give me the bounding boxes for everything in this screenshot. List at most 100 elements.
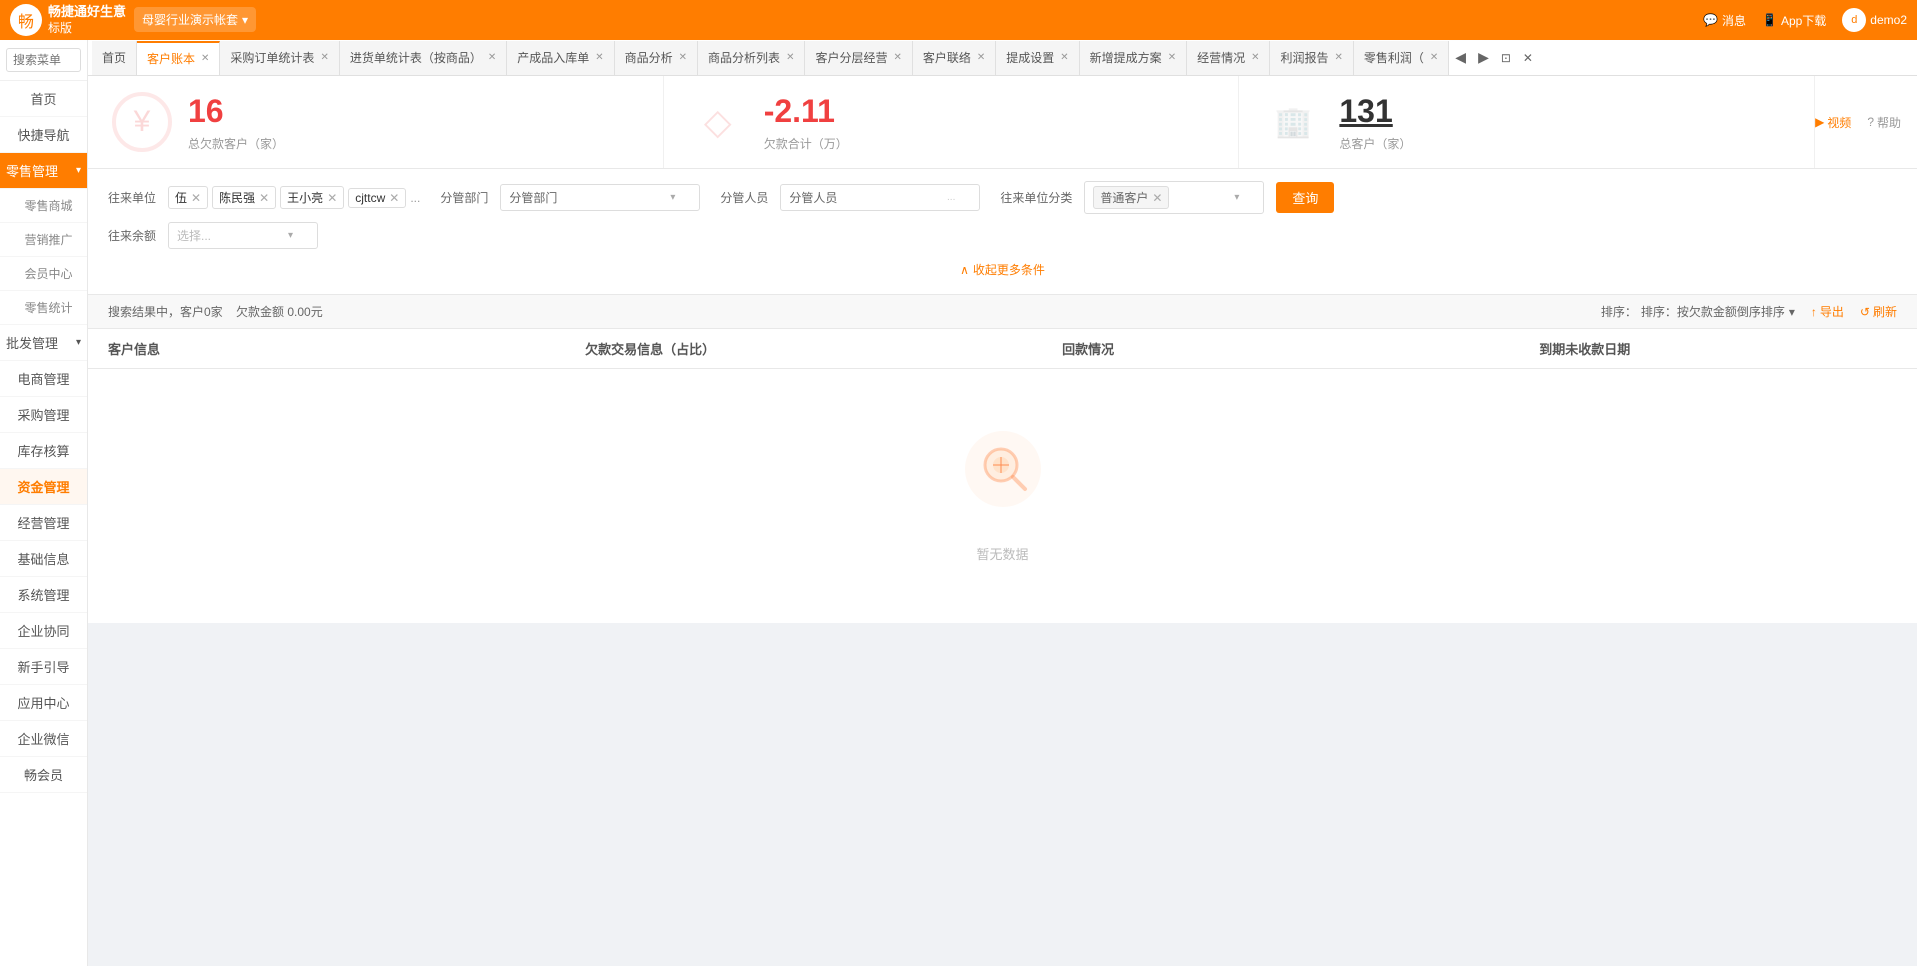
sort-select[interactable]: 排序： 排序：按欠款金额倒序排序 ▾ bbox=[1601, 303, 1795, 320]
chevron-down-icon-dept: ▾ bbox=[670, 192, 675, 203]
tab-customer-contact[interactable]: 客户联络 ✕ bbox=[913, 41, 996, 75]
video-button[interactable]: ▶ 视频 bbox=[1815, 114, 1851, 131]
tag-unit-wu: 伍 ✕ bbox=[168, 186, 208, 209]
tag-unit-chen: 陈民强 ✕ bbox=[212, 186, 276, 209]
export-icon: ↑ bbox=[1811, 305, 1817, 319]
query-button[interactable]: 查询 bbox=[1276, 182, 1334, 213]
chevron-down-icon-balance: ▾ bbox=[288, 230, 293, 241]
filter-person-select[interactable]: 分管人员 ... bbox=[780, 184, 980, 211]
chevron-icon-wholesale: ▾ bbox=[76, 337, 81, 348]
sidebar-item-wholesale-mgmt[interactable]: 批发管理 ▾ bbox=[0, 325, 87, 361]
collapse-button[interactable]: ∧ 收起更多条件 bbox=[952, 257, 1053, 282]
sidebar-item-retail-mgmt[interactable]: 零售管理 ▾ bbox=[0, 153, 87, 189]
top-bar: 畅 畅捷通好生意 标版 母婴行业演示帐套 ▾ 💬 消息 📱 App下载 d bbox=[0, 0, 1917, 40]
tab-retail-profit[interactable]: 零售利润（ ✕ bbox=[1354, 41, 1449, 75]
tab-close-purchase-stat[interactable]: ✕ bbox=[488, 52, 496, 63]
sidebar-item-finance[interactable]: 资金管理 bbox=[0, 469, 87, 505]
stat-info-debt-amount: -2.11 欠款合计（万） bbox=[764, 92, 848, 151]
sidebar-item-home[interactable]: 首页 bbox=[0, 81, 87, 117]
tab-close-purchase-order[interactable]: ✕ bbox=[320, 52, 328, 63]
logo-area[interactable]: 畅 畅捷通好生意 标版 bbox=[10, 4, 126, 36]
help-button[interactable]: ? 帮助 bbox=[1867, 114, 1901, 131]
stat-label-debt-amount: 欠款合计（万） bbox=[764, 135, 848, 152]
filter-label-category: 往来单位分类 bbox=[1000, 189, 1072, 206]
tab-customer-tier[interactable]: 客户分层经营 ✕ bbox=[805, 41, 912, 75]
tab-scroll-right[interactable]: ▶ bbox=[1472, 49, 1495, 66]
tab-home[interactable]: 首页 bbox=[92, 41, 137, 75]
org-selector[interactable]: 母婴行业演示帐套 ▾ bbox=[134, 7, 256, 32]
filter-category-select[interactable]: 普通客户 ✕ ▾ bbox=[1084, 181, 1264, 214]
sidebar-item-sys-mgmt[interactable]: 系统管理 bbox=[0, 577, 87, 613]
tag-category-normal: 普通客户 ✕ bbox=[1093, 186, 1169, 209]
logo-text: 畅捷通好生意 标版 bbox=[48, 4, 126, 36]
sidebar-item-vip-member[interactable]: 畅会员 bbox=[0, 757, 87, 793]
tab-customer-capital[interactable]: 客户账本 ✕ bbox=[137, 41, 220, 75]
tab-close-product-cost[interactable]: ✕ bbox=[595, 52, 603, 63]
tab-close-all[interactable]: ✕ bbox=[1517, 51, 1539, 65]
data-table: 客户信息 欠款交易信息（占比） 回款情况 到期未收款日期 bbox=[88, 329, 1917, 623]
tab-product-cost[interactable]: 产成品入库单 ✕ bbox=[507, 41, 614, 75]
tab-close-customer-capital[interactable]: ✕ bbox=[201, 53, 209, 64]
tab-close-customer-tier[interactable]: ✕ bbox=[893, 52, 901, 63]
filter-person-more: ... bbox=[947, 192, 955, 203]
tab-product-analysis[interactable]: 商品分析 ✕ bbox=[615, 41, 698, 75]
tag-unit-cjttcw: cjttcw ✕ bbox=[348, 188, 406, 208]
tab-purchase-order-stat[interactable]: 采购订单统计表 ✕ bbox=[220, 41, 339, 75]
filter-dept-select[interactable]: 分管部门 ▾ bbox=[500, 184, 700, 211]
tab-new-suggest[interactable]: 新增提成方案 ✕ bbox=[1080, 41, 1187, 75]
sidebar-item-new-guide[interactable]: 新手引导 bbox=[0, 649, 87, 685]
tag-close-normal-customer[interactable]: ✕ bbox=[1152, 191, 1162, 205]
result-bar: 搜索结果中，客户0家 欠款金额 0.00元 排序： 排序：按欠款金额倒序排序 ▾… bbox=[88, 295, 1917, 329]
tag-close-wu[interactable]: ✕ bbox=[191, 191, 201, 205]
stat-icon-yuan: ¥ bbox=[112, 92, 172, 152]
tab-close-suggest-setting[interactable]: ✕ bbox=[1060, 52, 1068, 63]
empty-text: 暂无数据 bbox=[976, 544, 1028, 563]
tab-close-profit-report[interactable]: ✕ bbox=[1335, 52, 1343, 63]
filter-more-units[interactable]: ... bbox=[410, 191, 420, 205]
sidebar-item-wechat-work[interactable]: 企业微信 bbox=[0, 721, 87, 757]
stat-total-customers: 🏢 131 总客户（家） bbox=[1239, 76, 1815, 168]
stat-value-total-customers: 131 bbox=[1339, 92, 1411, 130]
sidebar-item-basic-info[interactable]: 基础信息 bbox=[0, 541, 87, 577]
avatar: d bbox=[1842, 8, 1866, 32]
tab-product-analysis-list[interactable]: 商品分析列表 ✕ bbox=[698, 41, 805, 75]
sidebar-item-member-center[interactable]: 会员中心 bbox=[0, 257, 87, 291]
tab-close-product-analysis[interactable]: ✕ bbox=[679, 52, 687, 63]
sidebar-item-retail-stat[interactable]: 零售统计 bbox=[0, 291, 87, 325]
tag-close-wang[interactable]: ✕ bbox=[327, 191, 337, 205]
sidebar-item-quick-nav[interactable]: 快捷导航 bbox=[0, 117, 87, 153]
search-input[interactable] bbox=[6, 48, 81, 72]
tag-close-cjttcw[interactable]: ✕ bbox=[389, 191, 399, 205]
sidebar-item-inventory[interactable]: 库存核算 bbox=[0, 433, 87, 469]
sidebar-item-ecommerce[interactable]: 电商管理 bbox=[0, 361, 87, 397]
tab-close-product-analysis-list[interactable]: ✕ bbox=[786, 52, 794, 63]
tab-profit-report[interactable]: 利润报告 ✕ bbox=[1270, 41, 1353, 75]
app-container: 畅 畅捷通好生意 标版 母婴行业演示帐套 ▾ 💬 消息 📱 App下载 d bbox=[0, 0, 1917, 966]
sidebar-item-marketing[interactable]: 营销推广 bbox=[0, 223, 87, 257]
tab-scroll-left[interactable]: ◀ bbox=[1449, 49, 1472, 66]
message-button[interactable]: 💬 消息 bbox=[1703, 12, 1746, 29]
tab-maximize[interactable]: ⊡ bbox=[1495, 51, 1517, 65]
tab-suggest-setting[interactable]: 提成设置 ✕ bbox=[996, 41, 1079, 75]
tab-close-ops-situation[interactable]: ✕ bbox=[1251, 52, 1259, 63]
sidebar-item-ops-mgmt[interactable]: 经营管理 bbox=[0, 505, 87, 541]
sidebar-item-app-center[interactable]: 应用中心 bbox=[0, 685, 87, 721]
tag-close-chen[interactable]: ✕ bbox=[259, 191, 269, 205]
tab-close-retail-profit[interactable]: ✕ bbox=[1430, 52, 1438, 63]
chevron-down-icon-sort: ▾ bbox=[1789, 305, 1795, 319]
user-profile-button[interactable]: d demo2 bbox=[1842, 8, 1907, 32]
app-download-button[interactable]: 📱 App下载 bbox=[1762, 12, 1826, 29]
tab-close-new-suggest[interactable]: ✕ bbox=[1168, 52, 1176, 63]
col-header-debt: 欠款交易信息（占比） bbox=[585, 339, 1062, 358]
tab-close-customer-contact[interactable]: ✕ bbox=[977, 52, 985, 63]
sidebar-item-enterprise[interactable]: 企业协同 bbox=[0, 613, 87, 649]
filter-balance-select[interactable]: 选择... ▾ bbox=[168, 222, 318, 249]
col-header-date: 到期未收款日期 bbox=[1539, 339, 1897, 358]
export-button[interactable]: ↑ 导出 bbox=[1811, 303, 1844, 320]
sidebar-item-retail-mall[interactable]: 零售商城 bbox=[0, 189, 87, 223]
tab-ops-situation[interactable]: 经营情况 ✕ bbox=[1187, 41, 1270, 75]
tab-purchase-stat-product[interactable]: 进货单统计表（按商品） ✕ bbox=[340, 41, 507, 75]
refresh-button[interactable]: ↺ 刷新 bbox=[1860, 303, 1897, 320]
filter-row-1: 往来单位 伍 ✕ 陈民强 ✕ 王小亮 bbox=[108, 181, 1897, 214]
sidebar-item-purchase[interactable]: 采购管理 bbox=[0, 397, 87, 433]
